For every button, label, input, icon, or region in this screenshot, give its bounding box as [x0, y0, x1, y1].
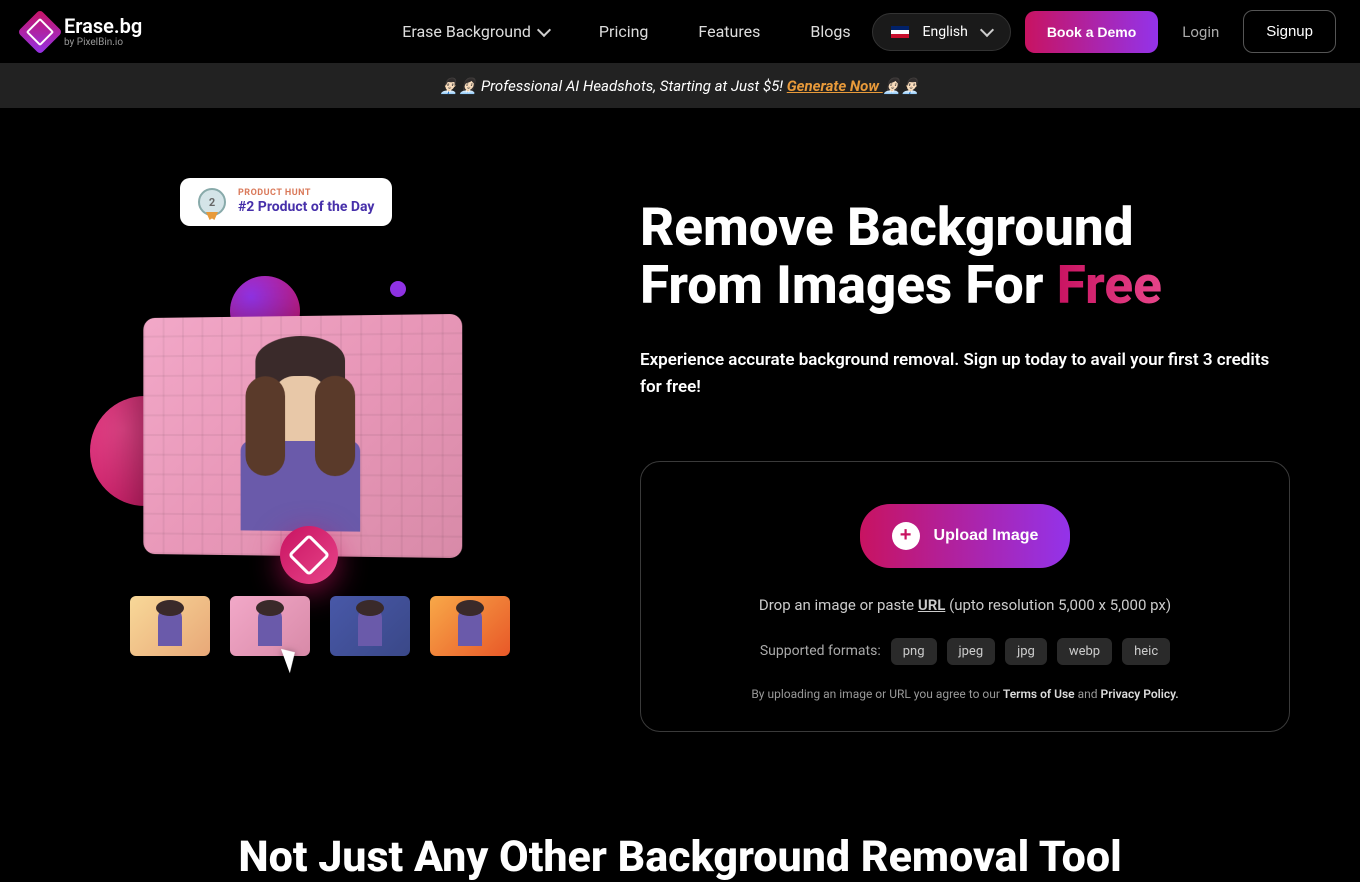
showcase-graphic: [70, 236, 570, 696]
nav-erase-label: Erase Background: [402, 22, 531, 41]
language-selector[interactable]: English: [872, 13, 1011, 51]
thumbnail[interactable]: [330, 596, 410, 656]
legal-prefix: By uploading an image or URL you agree t…: [751, 687, 1003, 701]
thumbnail[interactable]: [430, 596, 510, 656]
signup-button[interactable]: Signup: [1243, 10, 1336, 53]
format-chip: jpg: [1005, 638, 1047, 665]
logo-text: Erase.bg by PixelBin.io: [64, 15, 142, 48]
product-hunt-badge[interactable]: 2 PRODUCT HUNT #2 Product of the Day: [180, 178, 392, 226]
upload-label: Upload Image: [934, 527, 1039, 545]
terms-link[interactable]: Terms of Use: [1003, 687, 1075, 701]
logo[interactable]: Erase.bg by PixelBin.io: [24, 15, 142, 48]
book-demo-button[interactable]: Book a Demo: [1025, 11, 1158, 53]
format-chip: png: [891, 638, 937, 665]
hero-title: Remove Background From Images For Free: [640, 198, 1290, 315]
privacy-link[interactable]: Privacy Policy.: [1101, 687, 1179, 701]
nav-blogs[interactable]: Blogs: [810, 22, 850, 41]
nav-pricing[interactable]: Pricing: [599, 22, 649, 41]
title-line2a: From Images For: [640, 254, 1057, 316]
drop-text: Drop an image or paste URL (upto resolut…: [671, 596, 1259, 614]
header: Erase.bg by PixelBin.io Erase Background…: [0, 0, 1360, 64]
person-illustration: [226, 335, 375, 537]
promo-emoji-right: 👩🏻‍💼👨🏻‍💼: [883, 77, 920, 95]
title-line1: Remove Background: [640, 196, 1134, 258]
promo-bar: 👨🏻‍💼👩🏻‍💼 Professional AI Headshots, Star…: [0, 64, 1360, 108]
decoration-blob: [390, 281, 406, 297]
format-chip: jpeg: [947, 638, 996, 665]
drop-prefix: Drop an image or paste: [759, 596, 918, 614]
ph-label: PRODUCT HUNT: [238, 188, 374, 199]
thumbnail[interactable]: [230, 596, 310, 656]
thumbnail-row: [130, 596, 510, 656]
plus-icon: +: [892, 522, 920, 550]
main-nav: Erase Background Pricing Features Blogs: [402, 22, 850, 41]
drop-suffix: (upto resolution 5,000 x 5,000 px): [945, 596, 1171, 614]
logo-icon: [17, 9, 62, 54]
format-chip: heic: [1122, 638, 1170, 665]
hero-showcase: 2 PRODUCT HUNT #2 Product of the Day: [70, 178, 570, 696]
ph-title: #2 Product of the Day: [238, 199, 374, 216]
header-right: English Book a Demo Login Signup: [872, 10, 1336, 53]
format-chip: webp: [1057, 638, 1112, 665]
logo-main-text: Erase.bg: [64, 15, 142, 37]
section-2-title: Not Just Any Other Background Removal To…: [0, 832, 1360, 882]
hero-subtitle: Experience accurate background removal. …: [640, 347, 1290, 401]
brand-overlay-icon: [280, 526, 338, 584]
language-label: English: [923, 24, 968, 40]
chevron-down-icon: [537, 22, 551, 36]
legal-and: and: [1075, 687, 1101, 701]
ph-text: PRODUCT HUNT #2 Product of the Day: [238, 188, 374, 216]
promo-emoji-left: 👨🏻‍💼👩🏻‍💼: [440, 77, 477, 95]
nav-erase-background[interactable]: Erase Background: [402, 22, 549, 41]
generate-now-link[interactable]: Generate Now: [787, 77, 883, 95]
formats-label: Supported formats:: [760, 643, 881, 659]
title-free: Free: [1057, 254, 1162, 316]
chevron-down-icon: [980, 22, 994, 36]
promo-text: Professional AI Headshots, Starting at J…: [481, 77, 787, 95]
legal-text: By uploading an image or URL you agree t…: [671, 687, 1259, 701]
upload-image-button[interactable]: + Upload Image: [860, 504, 1071, 568]
thumbnail[interactable]: [130, 596, 210, 656]
nav-features[interactable]: Features: [698, 22, 760, 41]
hero-content: Remove Background From Images For Free E…: [640, 178, 1290, 732]
showcase-main-image: [143, 314, 462, 558]
url-link[interactable]: URL: [918, 596, 946, 614]
upload-card: + Upload Image Drop an image or paste UR…: [640, 461, 1290, 732]
formats-row: Supported formats: png jpeg jpg webp hei…: [671, 638, 1259, 665]
hero-section: 2 PRODUCT HUNT #2 Product of the Day: [0, 108, 1360, 752]
logo-sub-text: by PixelBin.io: [64, 37, 142, 48]
login-link[interactable]: Login: [1172, 23, 1229, 41]
medal-icon: 2: [198, 188, 226, 216]
flag-icon: [891, 26, 909, 38]
